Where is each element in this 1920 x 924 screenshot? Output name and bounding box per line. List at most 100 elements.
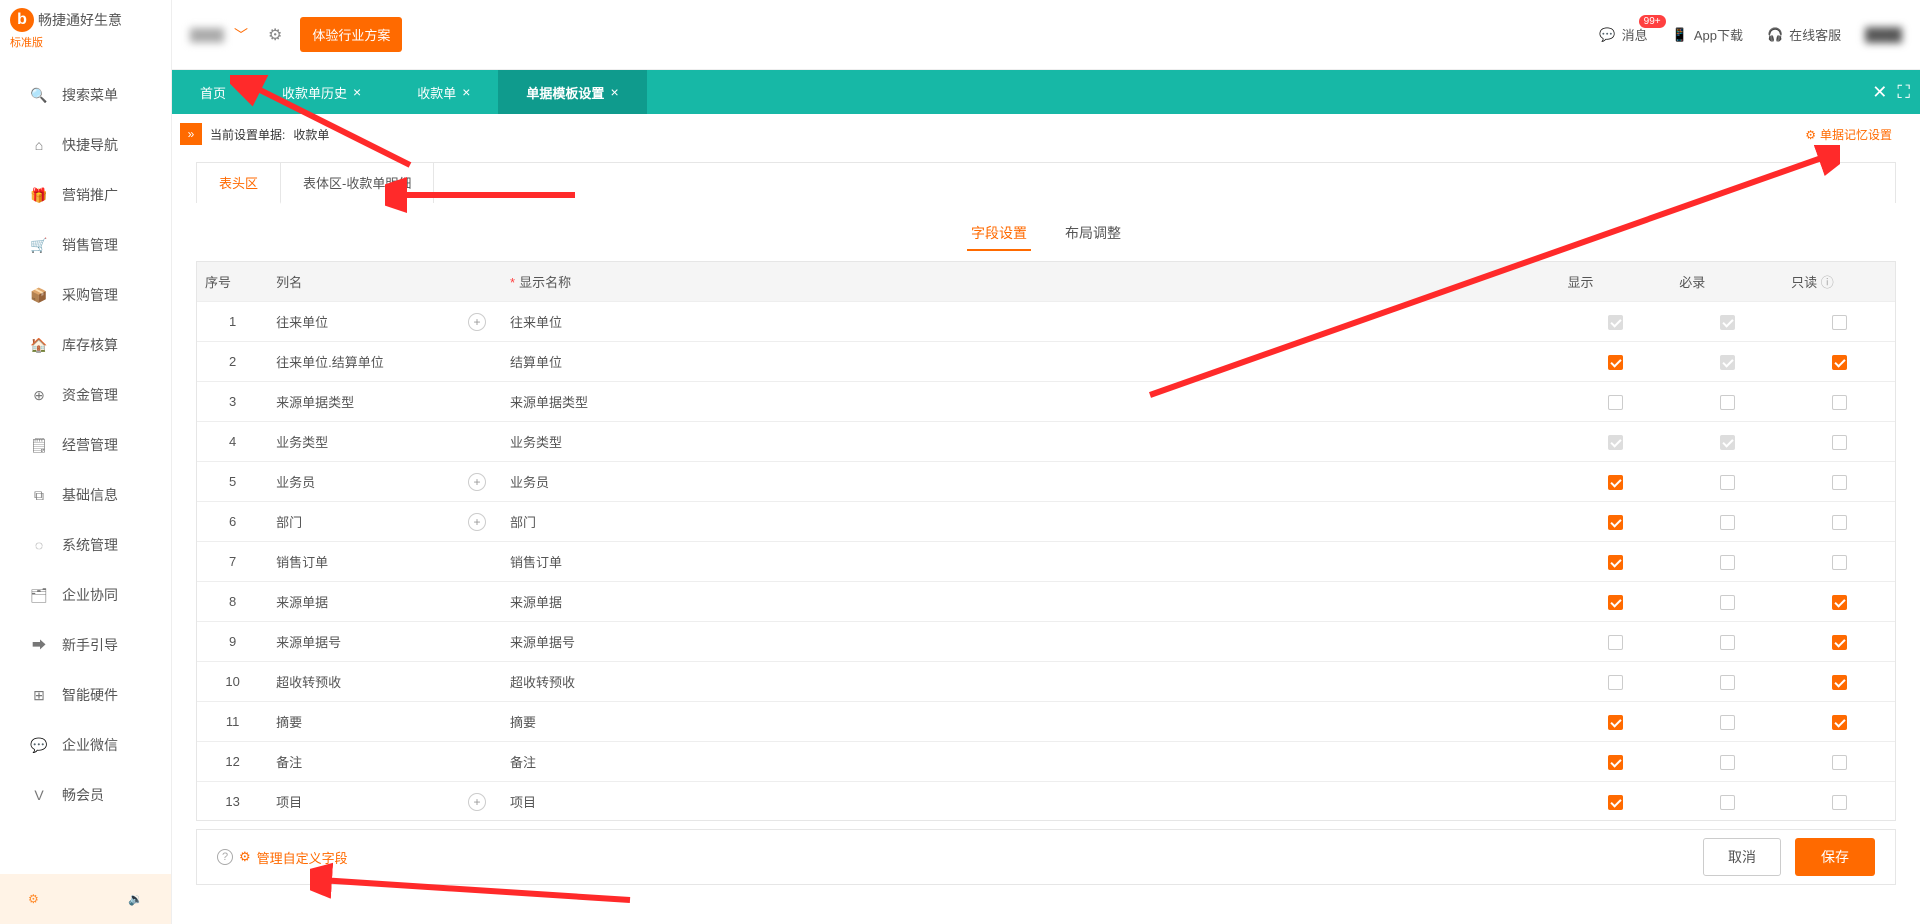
add-icon[interactable]: + bbox=[468, 513, 486, 531]
page-tab[interactable]: 收款单× bbox=[389, 70, 498, 114]
cell-display[interactable]: 超收转预收 bbox=[502, 662, 1559, 702]
checkbox[interactable] bbox=[1832, 715, 1847, 730]
cancel-button[interactable]: 取消 bbox=[1703, 838, 1781, 876]
checkbox[interactable] bbox=[1832, 395, 1847, 410]
checkbox[interactable] bbox=[1720, 515, 1735, 530]
cell-display[interactable]: 项目 bbox=[502, 782, 1559, 822]
add-icon[interactable]: + bbox=[468, 793, 486, 811]
online-service-link[interactable]: 🎧 在线客服 bbox=[1767, 25, 1841, 44]
page-tab[interactable]: 首页 bbox=[172, 70, 254, 114]
sound-icon[interactable]: 🔉 bbox=[128, 892, 143, 906]
cell-display[interactable]: 来源单据号 bbox=[502, 622, 1559, 662]
user-menu[interactable]: ████ bbox=[1865, 27, 1902, 42]
cell-display[interactable]: 业务类型 bbox=[502, 422, 1559, 462]
messages-link[interactable]: 💬 消息 99+ bbox=[1599, 25, 1647, 44]
memory-settings-link[interactable]: ⚙ 单据记忆设置 bbox=[1805, 126, 1892, 143]
close-icon[interactable]: × bbox=[353, 84, 361, 100]
sidebar-item[interactable]: 🎁营销推广 bbox=[0, 170, 171, 220]
checkbox[interactable] bbox=[1608, 675, 1623, 690]
checkbox[interactable] bbox=[1720, 475, 1735, 490]
checkbox[interactable] bbox=[1608, 555, 1623, 570]
close-icon[interactable]: × bbox=[462, 84, 470, 100]
save-button[interactable]: 保存 bbox=[1795, 838, 1875, 876]
tab-header-area[interactable]: 表头区 bbox=[197, 163, 281, 204]
checkbox[interactable] bbox=[1832, 515, 1847, 530]
gear-icon[interactable]: ⚙ bbox=[28, 892, 39, 906]
cell-index: 8 bbox=[197, 582, 268, 622]
checkbox[interactable] bbox=[1720, 395, 1735, 410]
cell-display[interactable]: 部门 bbox=[502, 502, 1559, 542]
cell-display[interactable]: 来源单据 bbox=[502, 582, 1559, 622]
checkbox bbox=[1720, 435, 1735, 450]
cell-display[interactable]: 销售订单 bbox=[502, 542, 1559, 582]
manage-custom-fields-link[interactable]: 管理自定义字段 bbox=[257, 848, 348, 867]
subtab-layout-adjust[interactable]: 布局调整 bbox=[1061, 217, 1125, 251]
checkbox[interactable] bbox=[1720, 675, 1735, 690]
checkbox[interactable] bbox=[1720, 715, 1735, 730]
add-icon[interactable]: + bbox=[468, 473, 486, 491]
checkbox[interactable] bbox=[1608, 715, 1623, 730]
sidebar-item[interactable]: ⮕新手引导 bbox=[0, 620, 171, 670]
help-icon[interactable]: ? bbox=[217, 849, 233, 865]
checkbox[interactable] bbox=[1832, 755, 1847, 770]
sidebar-item[interactable]: 📦采购管理 bbox=[0, 270, 171, 320]
sidebar-item[interactable]: ⊕资金管理 bbox=[0, 370, 171, 420]
checkbox[interactable] bbox=[1608, 395, 1623, 410]
checkbox[interactable] bbox=[1720, 555, 1735, 570]
checkbox[interactable] bbox=[1608, 475, 1623, 490]
sidebar-item[interactable]: 🗒经营管理 bbox=[0, 420, 171, 470]
tab-body-area[interactable]: 表体区-收款单明细 bbox=[281, 163, 434, 203]
checkbox[interactable] bbox=[1608, 755, 1623, 770]
sidebar-item[interactable]: ◌系统管理 bbox=[0, 520, 171, 570]
collapse-icon[interactable]: » bbox=[180, 123, 202, 145]
cell-display[interactable]: 结算单位 bbox=[502, 342, 1559, 382]
checkbox[interactable] bbox=[1608, 795, 1623, 810]
cell-display[interactable]: 来源单据类型 bbox=[502, 382, 1559, 422]
checkbox[interactable] bbox=[1608, 515, 1623, 530]
checkbox[interactable] bbox=[1832, 635, 1847, 650]
sidebar-item[interactable]: 🏠库存核算 bbox=[0, 320, 171, 370]
checkbox[interactable] bbox=[1720, 635, 1735, 650]
subtab-field-settings[interactable]: 字段设置 bbox=[967, 217, 1031, 251]
close-icon[interactable]: × bbox=[610, 84, 618, 100]
cell-display[interactable]: 备注 bbox=[502, 742, 1559, 782]
checkbox[interactable] bbox=[1832, 475, 1847, 490]
checkbox[interactable] bbox=[1720, 795, 1735, 810]
page-tab[interactable]: 收款单历史× bbox=[254, 70, 389, 114]
checkbox[interactable] bbox=[1832, 555, 1847, 570]
sidebar-item[interactable]: ⧉基础信息 bbox=[0, 470, 171, 520]
sidebar-item[interactable]: ⊞智能硬件 bbox=[0, 670, 171, 720]
cell-required bbox=[1671, 662, 1783, 702]
checkbox[interactable] bbox=[1608, 595, 1623, 610]
current-setting-value: 收款单 bbox=[293, 126, 329, 143]
page-tab[interactable]: 单据模板设置× bbox=[498, 70, 646, 114]
company-selector[interactable]: ████ ﹀ ⚙ bbox=[190, 25, 282, 45]
sidebar-item[interactable]: 💬企业微信 bbox=[0, 720, 171, 770]
checkbox[interactable] bbox=[1720, 595, 1735, 610]
cell-index: 12 bbox=[197, 742, 268, 782]
try-plan-button[interactable]: 体验行业方案 bbox=[300, 17, 402, 52]
checkbox[interactable] bbox=[1832, 435, 1847, 450]
sidebar-item[interactable]: ⌂快捷导航 bbox=[0, 120, 171, 170]
checkbox[interactable] bbox=[1832, 355, 1847, 370]
checkbox[interactable] bbox=[1832, 595, 1847, 610]
gear-icon[interactable]: ⚙ bbox=[268, 25, 282, 45]
checkbox[interactable] bbox=[1832, 795, 1847, 810]
tab-bar: 首页收款单历史×收款单×单据模板设置× ✕ ⛶ bbox=[172, 70, 1920, 114]
sidebar-item[interactable]: 🔍搜索菜单 bbox=[0, 70, 171, 120]
checkbox[interactable] bbox=[1608, 635, 1623, 650]
cell-display[interactable]: 业务员 bbox=[502, 462, 1559, 502]
add-icon[interactable]: + bbox=[468, 313, 486, 331]
checkbox[interactable] bbox=[1832, 315, 1847, 330]
checkbox[interactable] bbox=[1720, 755, 1735, 770]
sidebar-item[interactable]: 🗂企业协同 bbox=[0, 570, 171, 620]
cell-display[interactable]: 摘要 bbox=[502, 702, 1559, 742]
app-download-link[interactable]: 📱 App下载 bbox=[1672, 25, 1743, 44]
close-all-icon[interactable]: ✕ bbox=[1872, 82, 1887, 103]
sidebar-item[interactable]: 🛒销售管理 bbox=[0, 220, 171, 270]
cell-display[interactable]: 往来单位 bbox=[502, 302, 1559, 342]
checkbox[interactable] bbox=[1832, 675, 1847, 690]
fullscreen-icon[interactable]: ⛶ bbox=[1897, 82, 1910, 103]
checkbox[interactable] bbox=[1608, 355, 1623, 370]
sidebar-item[interactable]: V畅会员 bbox=[0, 770, 171, 820]
